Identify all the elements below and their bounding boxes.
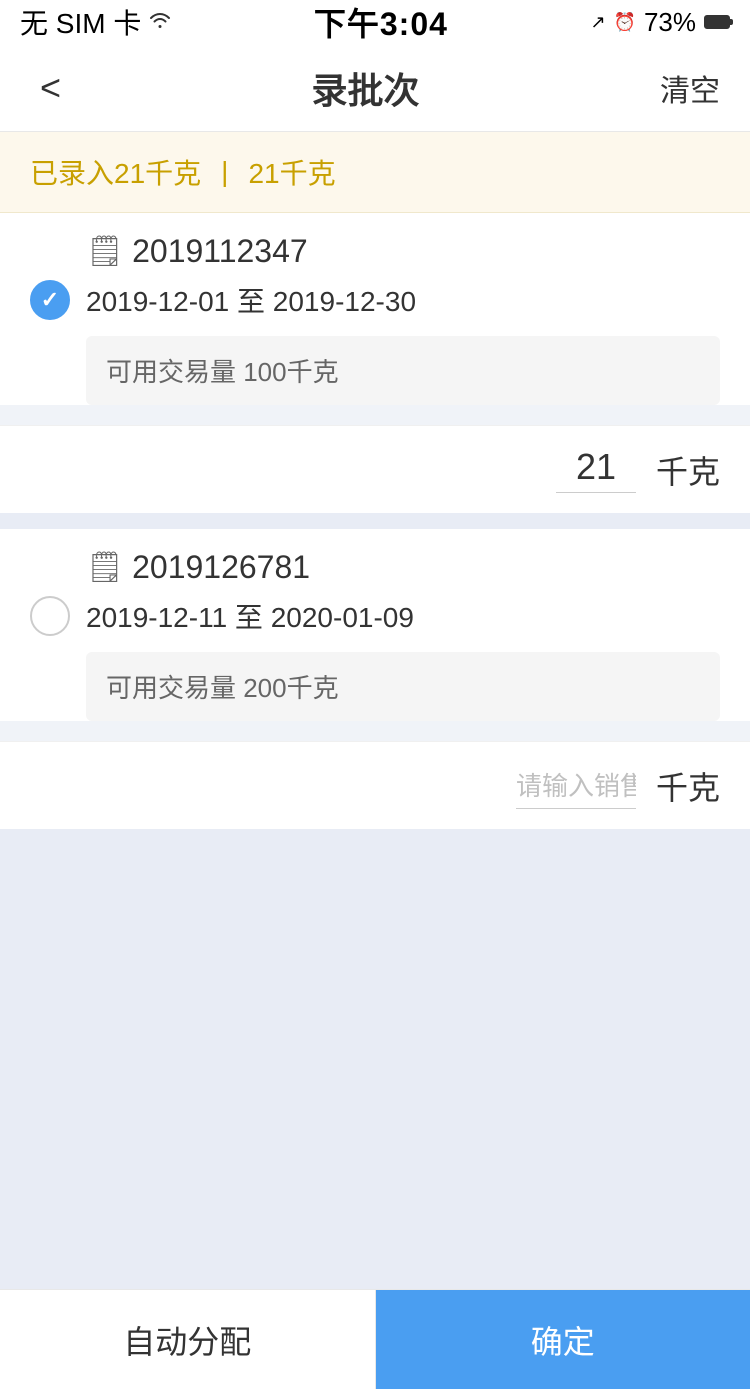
location-icon: ↗ bbox=[590, 12, 605, 33]
batch-item-2: 🗒 2019126781 2019-12-11 至 2020-01-09 可用交… bbox=[0, 529, 750, 721]
batch-2-icon: 🗒 bbox=[86, 550, 124, 585]
batch-1-quantity[interactable]: 21 bbox=[556, 446, 636, 493]
batch-1-header: 🗒 2019112347 bbox=[30, 233, 720, 270]
bottom-bar: 自动分配 确定 bbox=[0, 1289, 750, 1389]
batch-2-quantity-input[interactable] bbox=[516, 762, 636, 809]
recorded-amount: 已录入21千克 bbox=[30, 152, 201, 192]
status-left: 无 SIM 卡 bbox=[20, 2, 171, 42]
battery-percent: 73% bbox=[644, 7, 696, 38]
confirm-button[interactable]: 确定 bbox=[376, 1290, 750, 1389]
clear-button[interactable]: 清空 bbox=[660, 66, 720, 110]
battery-icon bbox=[704, 15, 730, 29]
batch-1-availability-text: 可用交易量 100千克 bbox=[106, 357, 339, 387]
status-right: ↗ ⏰ 73% bbox=[590, 7, 730, 38]
batch-2-date: 2019-12-11 至 2020-01-09 bbox=[86, 596, 414, 636]
sim-label: 无 SIM 卡 bbox=[20, 2, 141, 42]
batch-1-date: 2019-12-01 至 2019-12-30 bbox=[86, 280, 416, 320]
status-bar: 无 SIM 卡 下午3:04 ↗ ⏰ 73% bbox=[0, 0, 750, 44]
nav-bar: < 录批次 清空 bbox=[0, 44, 750, 132]
batch-2-header: 🗒 2019126781 bbox=[30, 549, 720, 586]
batch-1-id: 2019112347 bbox=[132, 233, 308, 270]
auto-distribute-button[interactable]: 自动分配 bbox=[0, 1290, 376, 1389]
batch-item-1: 🗒 2019112347 2019-12-01 至 2019-12-30 可用交… bbox=[0, 213, 750, 405]
batch-2-availability-text: 可用交易量 200千克 bbox=[106, 673, 339, 703]
batch-2-availability: 可用交易量 200千克 bbox=[86, 652, 720, 721]
status-time: 下午3:04 bbox=[314, 0, 448, 45]
wifi-icon bbox=[149, 11, 171, 34]
info-banner: 已录入21千克 | 21千克 bbox=[0, 132, 750, 213]
batch-2-unit: 千克 bbox=[656, 763, 720, 809]
batch-2-radio[interactable] bbox=[30, 596, 70, 636]
alarm-icon: ⏰ bbox=[614, 12, 636, 33]
batch-1-unit: 千克 bbox=[656, 447, 720, 493]
batch-1-availability: 可用交易量 100千克 bbox=[86, 336, 720, 405]
batch-2-quantity-row: 千克 bbox=[0, 741, 750, 829]
card-divider bbox=[0, 513, 750, 529]
empty-area bbox=[0, 829, 750, 1289]
batch-2-id: 2019126781 bbox=[132, 549, 310, 586]
batch-1-quantity-row: 21 千克 bbox=[0, 425, 750, 513]
back-button[interactable]: < bbox=[30, 57, 71, 119]
info-divider: | bbox=[221, 156, 228, 188]
batch-1-date-row: 2019-12-01 至 2019-12-30 bbox=[30, 280, 720, 320]
info-value: 21千克 bbox=[248, 152, 335, 192]
batch-1-radio[interactable] bbox=[30, 280, 70, 320]
batch-1-icon: 🗒 bbox=[86, 234, 124, 269]
batch-2-date-row: 2019-12-11 至 2020-01-09 bbox=[30, 596, 720, 636]
page-title: 录批次 bbox=[312, 62, 420, 114]
